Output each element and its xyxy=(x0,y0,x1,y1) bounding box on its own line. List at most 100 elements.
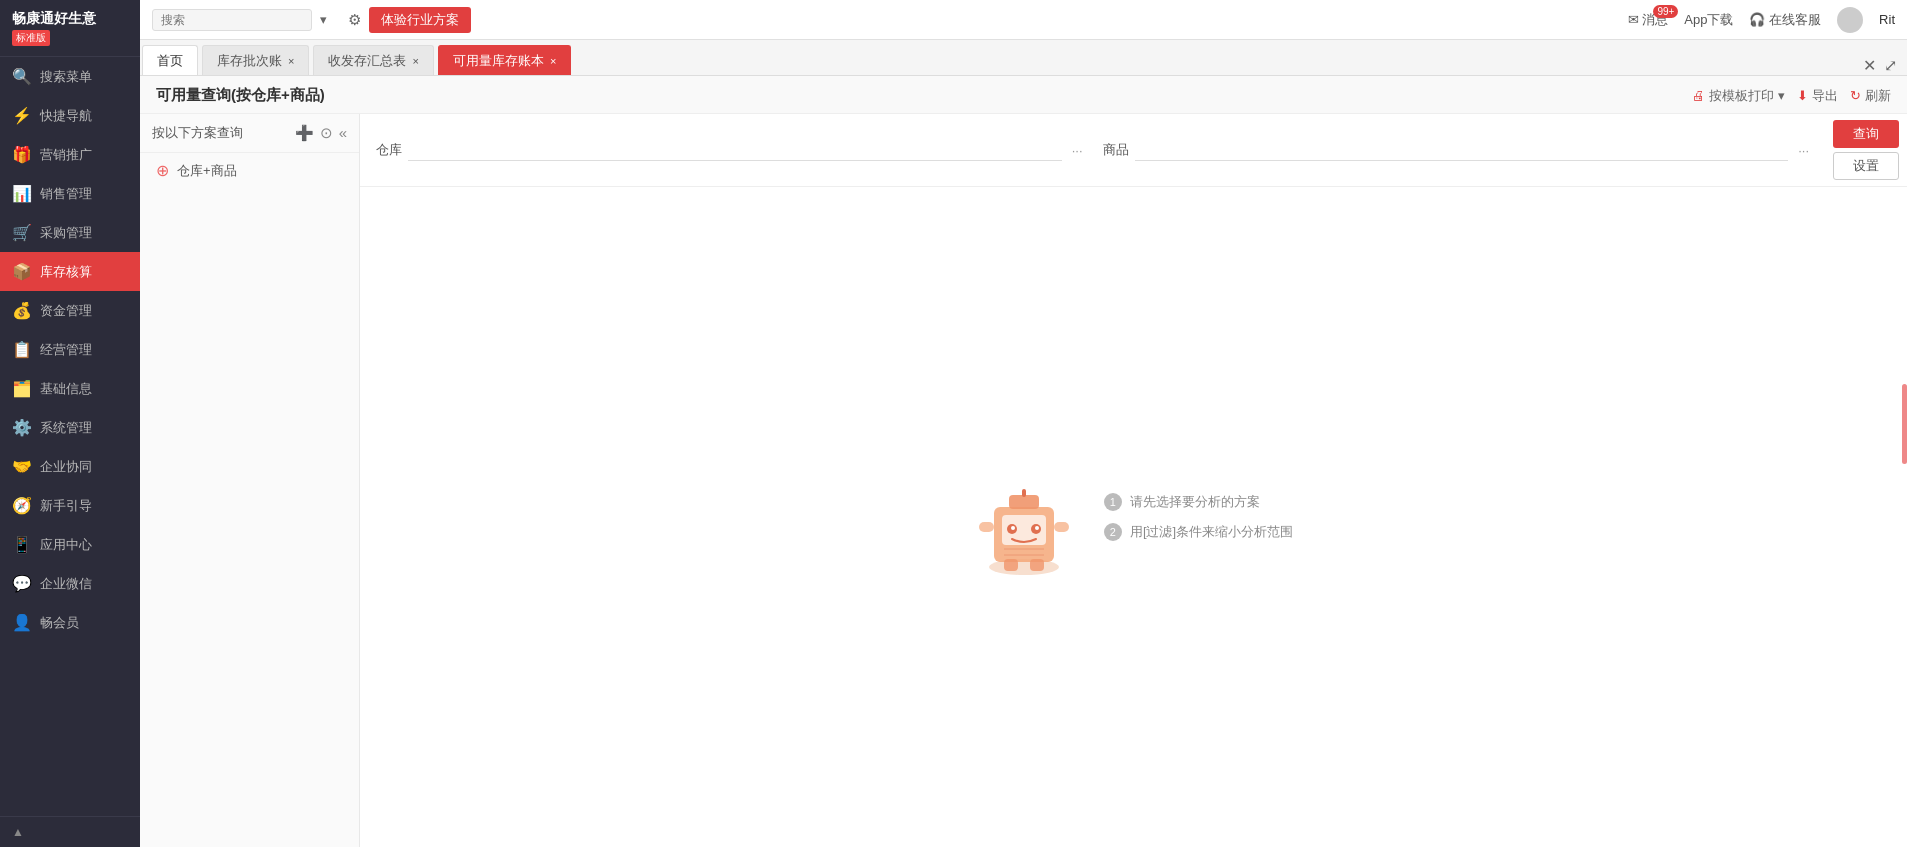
app-download-link[interactable]: App下载 xyxy=(1684,11,1733,29)
sidebar-item-label-wechat: 企业微信 xyxy=(40,575,92,593)
hint-num-2: 2 xyxy=(1104,523,1122,541)
export-icon: ⬇ xyxy=(1797,88,1808,103)
sidebar-item-label-finance: 资金管理 xyxy=(40,302,92,320)
hint-2-text: 用[过滤]条件来缩小分析范围 xyxy=(1130,523,1293,541)
newbie-icon: 🧭 xyxy=(12,496,32,515)
search-input[interactable] xyxy=(152,9,312,31)
sidebar-scroll: 🔍 搜索菜单 ⚡ 快捷导航 🎁 营销推广 📊 销售管理 🛒 采购管理 📦 库存核… xyxy=(0,57,140,816)
scheme-label: 仓库+商品 xyxy=(177,162,237,180)
empty-text: 1 请先选择要分析的方案 2 用[过滤]条件来缩小分析范围 xyxy=(1104,493,1293,541)
query-button[interactable]: 查询 xyxy=(1833,120,1899,148)
warehouse-filter: 仓库 ··· xyxy=(376,124,1083,176)
page-header: 可用量查询(按仓库+商品) 🖨 按模板打印 ▾ ⬇ 导出 ↻ 刷新 xyxy=(140,76,1907,114)
sidebar-item-wechat[interactable]: 💬 企业微信 xyxy=(0,564,140,603)
tab-label-batch-account: 库存批次账 xyxy=(217,52,282,70)
collapse-panel-icon[interactable]: « xyxy=(339,124,347,142)
sidebar-item-member[interactable]: 👤 畅会员 xyxy=(0,603,140,642)
print-dropdown-icon[interactable]: ▾ xyxy=(1778,88,1785,103)
goods-input[interactable] xyxy=(1135,139,1789,161)
svg-rect-7 xyxy=(1009,495,1039,509)
sidebar-item-label-inventory: 库存核算 xyxy=(40,263,92,281)
sidebar-item-purchase[interactable]: 🛒 采购管理 xyxy=(0,213,140,252)
sidebar-item-base[interactable]: 🗂️ 基础信息 xyxy=(0,369,140,408)
sales-icon: 📊 xyxy=(12,184,32,203)
dropdown-icon[interactable]: ▾ xyxy=(320,12,340,27)
svg-rect-12 xyxy=(1030,559,1044,571)
topbar: ▾ ⚙ 体验行业方案 ✉ 消息 99+ App下载 🎧 在线客服 Rit xyxy=(140,0,1907,40)
filter-header-icons: ➕ ⊙ « xyxy=(295,124,347,142)
empty-state: 1 请先选择要分析的方案 2 用[过滤]条件来缩小分析范围 xyxy=(360,187,1907,847)
system-icon: ⚙️ xyxy=(12,418,32,437)
goods-filter: 商品 ··· xyxy=(1103,124,1810,176)
expand-tab-button[interactable]: ⤢ xyxy=(1884,56,1897,75)
sidebar-item-label-sales: 销售管理 xyxy=(40,185,92,203)
tab-home[interactable]: 首页 xyxy=(142,45,198,75)
sidebar-item-enterprise[interactable]: 🤝 企业协同 xyxy=(0,447,140,486)
search-icon: 🔍 xyxy=(12,67,32,86)
trial-button[interactable]: 体验行业方案 xyxy=(369,7,471,33)
close-tab-batch-account[interactable]: × xyxy=(288,55,294,67)
sidebar-expand-icon: ▲ xyxy=(12,825,24,839)
marketing-icon: 🎁 xyxy=(12,145,32,164)
sidebar-item-label-member: 畅会员 xyxy=(40,614,79,632)
sidebar-item-marketing[interactable]: 🎁 营销推广 xyxy=(0,135,140,174)
tab-label-available-qty: 可用量库存账本 xyxy=(453,52,544,70)
export-button[interactable]: ⬇ 导出 xyxy=(1797,87,1838,105)
hint-1-text: 请先选择要分析的方案 xyxy=(1130,493,1260,511)
export-label: 导出 xyxy=(1812,87,1838,105)
add-scheme-icon[interactable]: ➕ xyxy=(295,124,314,142)
right-panel: 仓库 ··· 商品 ··· 查询 设置 xyxy=(360,114,1907,847)
customer-service-link[interactable]: 🎧 在线客服 xyxy=(1749,11,1821,29)
tab-receipt-summary[interactable]: 收发存汇总表 × xyxy=(313,45,433,75)
scheme-item[interactable]: ⊕ 仓库+商品 xyxy=(140,153,359,188)
sidebar-item-label-system: 系统管理 xyxy=(40,419,92,437)
tab-label-receipt-summary: 收发存汇总表 xyxy=(328,52,406,70)
close-tab-available-qty[interactable]: × xyxy=(550,55,556,67)
svg-rect-11 xyxy=(1004,559,1018,571)
sidebar-item-newbie[interactable]: 🧭 新手引导 xyxy=(0,486,140,525)
main-area: ▾ ⚙ 体验行业方案 ✉ 消息 99+ App下载 🎧 在线客服 Rit 首页库… xyxy=(140,0,1907,847)
goods-more-icon[interactable]: ··· xyxy=(1798,143,1809,158)
sidebar-item-inventory[interactable]: 📦 库存核算 xyxy=(0,252,140,291)
sidebar-item-operation[interactable]: 📋 经营管理 xyxy=(0,330,140,369)
sidebar-item-finance[interactable]: 💰 资金管理 xyxy=(0,291,140,330)
hint-2: 2 用[过滤]条件来缩小分析范围 xyxy=(1104,523,1293,541)
page-title: 可用量查询(按仓库+商品) xyxy=(156,86,325,105)
left-panel: 按以下方案查询 ➕ ⊙ « ⊕ 仓库+商品 xyxy=(140,114,360,847)
scheme-list: ⊕ 仓库+商品 xyxy=(140,153,359,188)
refresh-button[interactable]: ↻ 刷新 xyxy=(1850,87,1891,105)
page-header-actions: 🖨 按模板打印 ▾ ⬇ 导出 ↻ 刷新 xyxy=(1692,87,1891,105)
sidebar-item-quick-nav[interactable]: ⚡ 快捷导航 xyxy=(0,96,140,135)
inventory-icon: 📦 xyxy=(12,262,32,281)
set-button[interactable]: 设置 xyxy=(1833,152,1899,180)
goods-label: 商品 xyxy=(1103,141,1129,159)
svg-rect-8 xyxy=(1022,489,1026,497)
warehouse-more-icon[interactable]: ··· xyxy=(1072,143,1083,158)
logo-badge: 标准版 xyxy=(12,30,50,46)
sidebar-bottom[interactable]: ▲ xyxy=(0,816,140,847)
warehouse-label: 仓库 xyxy=(376,141,402,159)
sidebar-item-label-purchase: 采购管理 xyxy=(40,224,92,242)
print-button[interactable]: 🖨 按模板打印 ▾ xyxy=(1692,87,1785,105)
filter-section: 仓库 ··· 商品 ··· xyxy=(360,114,1825,186)
right-scrollbar[interactable] xyxy=(1902,384,1907,464)
gear-icon[interactable]: ⚙ xyxy=(348,11,361,29)
tab-batch-account[interactable]: 库存批次账 × xyxy=(202,45,309,75)
notification-button[interactable]: ✉ 消息 99+ xyxy=(1628,11,1669,29)
scheme-icon: ⊕ xyxy=(156,161,169,180)
sidebar-item-system[interactable]: ⚙️ 系统管理 xyxy=(0,408,140,447)
tab-available-qty[interactable]: 可用量库存账本 × xyxy=(438,45,571,75)
svg-point-5 xyxy=(1011,526,1015,530)
tabs-bar: 首页 库存批次账 × 收发存汇总表 × 可用量库存账本 × ✕ ⤢ xyxy=(140,40,1907,76)
close-tab-receipt-summary[interactable]: × xyxy=(412,55,418,67)
warehouse-input[interactable] xyxy=(408,139,1062,161)
avatar[interactable] xyxy=(1837,7,1863,33)
sidebar-item-search[interactable]: 🔍 搜索菜单 xyxy=(0,57,140,96)
finance-icon: 💰 xyxy=(12,301,32,320)
sidebar-item-sales[interactable]: 📊 销售管理 xyxy=(0,174,140,213)
sidebar-logo: 畅康通好生意 标准版 xyxy=(0,0,140,57)
sidebar-item-app[interactable]: 📱 应用中心 xyxy=(0,525,140,564)
close-tab-button[interactable]: ✕ xyxy=(1863,56,1876,75)
settings-scheme-icon[interactable]: ⊙ xyxy=(320,124,333,142)
content: 按以下方案查询 ➕ ⊙ « ⊕ 仓库+商品 仓库 ··· xyxy=(140,114,1907,847)
